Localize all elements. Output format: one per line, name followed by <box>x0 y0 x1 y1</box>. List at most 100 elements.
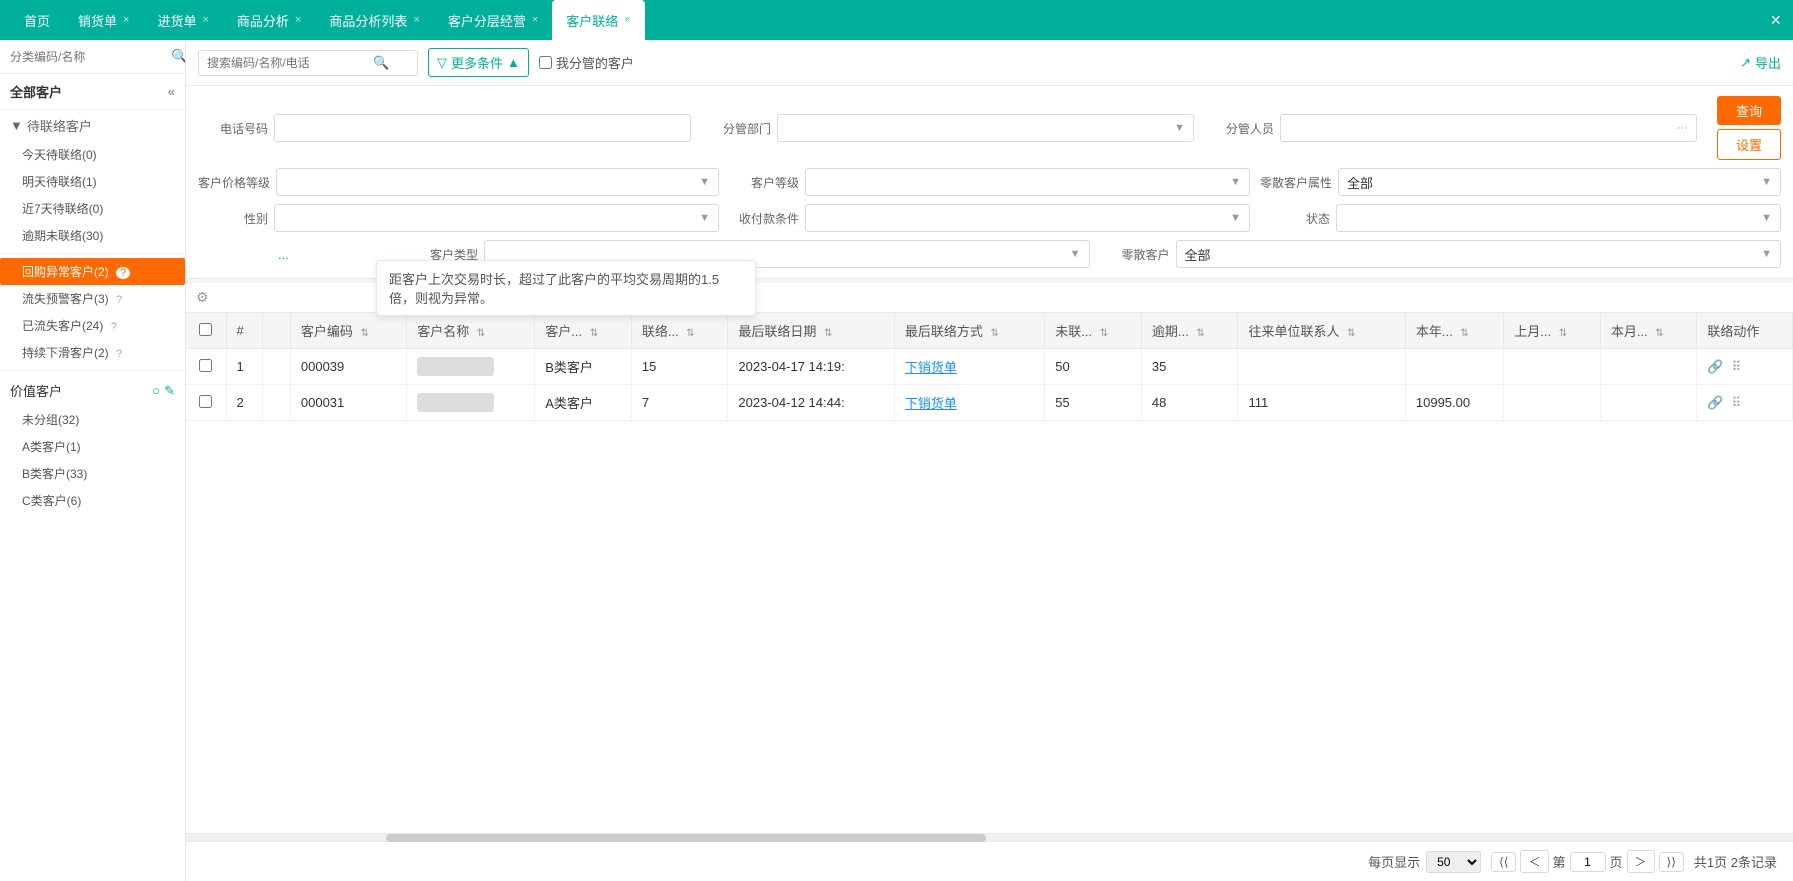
nav-product-list[interactable]: 商品分析列表 × <box>315 0 433 40</box>
sidebar-item-churned[interactable]: 已流失客户(24) ? <box>0 312 185 339</box>
filter-my-customers-checkbox-label[interactable]: 我分管的客户 <box>539 53 634 72</box>
table-settings-icon[interactable]: ⚙ <box>196 289 209 306</box>
first-page-button[interactable]: ⟨⟨ <box>1491 852 1516 872</box>
sidebar-search-icon[interactable]: 🔍 <box>171 48 186 65</box>
sidebar-add-icon[interactable]: ✎ <box>164 383 175 399</box>
close-all-tabs-button[interactable]: × <box>1770 10 1781 31</box>
top-nav: 首页 销货单 × 进货单 × 商品分析 × 商品分析列表 × 客户分层经营 × … <box>0 0 1793 40</box>
sidebar-section-value-customers[interactable]: 价值客户 ○ ✎ <box>0 375 185 406</box>
row1-action-more-icon[interactable]: ⠿ <box>1732 359 1742 375</box>
zero-retail-chevron-icon: ▼ <box>1761 248 1772 260</box>
nav-purchase[interactable]: 进货单 × <box>143 0 222 40</box>
filter-actions: 查询 设置 <box>1717 96 1781 160</box>
main-layout: 🔍 全部客户 « ▼ 待联络客户 今天待联络(0) 明天待联络(1) 近7天待联… <box>0 40 1793 881</box>
filter-search-box: 🔍 <box>198 50 418 76</box>
export-button[interactable]: ↗ 导出 <box>1740 53 1781 72</box>
zero-retail-attr-select[interactable]: 全部 ▼ <box>1338 168 1781 196</box>
sidebar-item-ungrouped[interactable]: 未分组(32) <box>0 406 185 433</box>
sidebar-collapse-icon[interactable]: « <box>168 84 175 99</box>
prev-page-button[interactable]: ＜ <box>1520 850 1548 873</box>
col-last-month[interactable]: 上月... ⇅ <box>1504 313 1601 349</box>
nav-home[interactable]: 首页 <box>10 0 64 40</box>
filter-more-conditions-button[interactable]: ▽ 更多条件 ▲ <box>428 48 529 77</box>
customer-level-select[interactable]: ▼ <box>805 168 1250 196</box>
row2-last-date: 2023-04-12 14:44: <box>728 385 894 421</box>
payment-select[interactable]: ▼ <box>805 204 1250 232</box>
sort-date-icon: ⇅ <box>824 328 832 339</box>
col-last-contact-date[interactable]: 最后联络日期 ⇅ <box>728 313 894 349</box>
phone-input[interactable] <box>274 114 691 142</box>
horizontal-scrollbar[interactable] <box>186 833 1793 841</box>
sidebar-search-input[interactable] <box>10 50 165 64</box>
settings-button[interactable]: 设置 <box>1717 129 1781 160</box>
per-page-select[interactable]: 20 50 100 <box>1426 851 1481 873</box>
row1-actions: 🔗 ⠿ <box>1697 349 1793 385</box>
page-number-input[interactable] <box>1570 852 1606 872</box>
close-purchase-icon[interactable]: × <box>202 14 208 26</box>
col-contact-count[interactable]: 联络... ⇅ <box>631 313 728 349</box>
col-customer-type[interactable]: 客户... ⇅ <box>535 313 632 349</box>
export-icon: ↗ <box>1740 55 1751 71</box>
row2-type: A类客户 <box>535 385 632 421</box>
sidebar-item-churn-warning[interactable]: 流失预警客户(3) ? <box>0 285 185 312</box>
filter-field-more-dots: ... <box>198 247 398 262</box>
more-fields-dots[interactable]: ... <box>278 247 289 262</box>
close-product-list-icon[interactable]: × <box>413 14 419 26</box>
col-contacts[interactable]: 往来单位联系人 ⇅ <box>1238 313 1405 349</box>
row2-spacer <box>263 385 290 421</box>
nav-customer-contact[interactable]: 客户联络 × <box>552 0 644 40</box>
sidebar-value-customer-actions: ○ ✎ <box>152 383 175 399</box>
row2-action-more-icon[interactable]: ⠿ <box>1732 395 1742 411</box>
sidebar-item-class-b[interactable]: B类客户(33) <box>0 460 185 487</box>
col-customer-code[interactable]: 客户编码 ⇅ <box>290 313 406 349</box>
status-select[interactable]: ▼ <box>1336 204 1781 232</box>
gender-select[interactable]: ▼ <box>274 204 719 232</box>
filter-search-input[interactable] <box>207 56 367 70</box>
sidebar-all-customers[interactable]: 全部客户 « <box>0 74 185 110</box>
sidebar-item-overdue[interactable]: 逾期未联络(30) <box>0 222 185 249</box>
dept-select[interactable]: ▼ <box>777 114 1194 142</box>
nav-product-analysis[interactable]: 商品分析 × <box>223 0 315 40</box>
sidebar-section-pending[interactable]: ▼ 待联络客户 <box>0 110 185 141</box>
col-overdue[interactable]: 逾期... ⇅ <box>1141 313 1238 349</box>
manager-select[interactable]: ··· <box>1280 114 1697 142</box>
col-customer-name[interactable]: 客户名称 ⇅ <box>407 313 535 349</box>
sidebar-item-abnormal-repurchase[interactable]: 回购异常客户(2) ? <box>0 258 185 285</box>
close-product-analysis-icon[interactable]: × <box>295 14 301 26</box>
col-this-year[interactable]: 本年... ⇅ <box>1405 313 1503 349</box>
scrollbar-thumb[interactable] <box>386 834 986 842</box>
row1-checkbox[interactable] <box>199 359 212 372</box>
sidebar-item-class-a[interactable]: A类客户(1) <box>0 433 185 460</box>
sidebar-item-7days[interactable]: 近7天待联络(0) <box>0 195 185 222</box>
sidebar-divider2 <box>0 370 185 371</box>
filter-row-3: 性别 ▼ 收付款条件 ▼ 状态 <box>198 204 1781 232</box>
last-page-button[interactable]: ⟩⟩ <box>1659 852 1684 872</box>
close-sales-icon[interactable]: × <box>123 14 129 26</box>
row2-action-link-icon[interactable]: 🔗 <box>1707 395 1723 411</box>
close-customer-tier-icon[interactable]: × <box>532 14 538 26</box>
row2-checkbox[interactable] <box>199 395 212 408</box>
select-all-checkbox[interactable] <box>199 323 212 336</box>
sidebar-item-class-c[interactable]: C类客户(6) <box>0 487 185 514</box>
col-this-month[interactable]: 本月... ⇅ <box>1600 313 1697 349</box>
row1-action-link-icon[interactable]: 🔗 <box>1707 359 1723 375</box>
row2-method-link[interactable]: 下销货单 <box>905 396 957 411</box>
sidebar-item-today[interactable]: 今天待联络(0) <box>0 141 185 168</box>
query-button[interactable]: 查询 <box>1717 96 1781 125</box>
zero-retail-select[interactable]: 全部 ▼ <box>1176 240 1782 268</box>
sidebar-edit-icon[interactable]: ○ <box>152 383 160 399</box>
filter-my-customers-checkbox[interactable] <box>539 56 552 69</box>
filter-field-zero-retail: 零散客户 全部 ▼ <box>1100 240 1782 268</box>
col-unlinkable[interactable]: 未联... ⇅ <box>1045 313 1142 349</box>
filter-search-icon[interactable]: 🔍 <box>373 55 389 71</box>
sidebar-item-declining[interactable]: 持续下滑客户(2) ? <box>0 339 185 366</box>
nav-sales[interactable]: 销货单 × <box>64 0 143 40</box>
next-page-button[interactable]: ＞ <box>1627 850 1655 873</box>
table-row: 1 000039 ████ B类客户 15 2023-04-17 14:19: … <box>186 349 1793 385</box>
close-customer-contact-icon[interactable]: × <box>624 14 630 26</box>
col-last-contact-method[interactable]: 最后联络方式 ⇅ <box>894 313 1044 349</box>
row1-method-link[interactable]: 下销货单 <box>905 360 957 375</box>
price-level-select[interactable]: ▼ <box>276 168 719 196</box>
nav-customer-tier[interactable]: 客户分层经营 × <box>434 0 552 40</box>
sidebar-item-tomorrow[interactable]: 明天待联络(1) <box>0 168 185 195</box>
